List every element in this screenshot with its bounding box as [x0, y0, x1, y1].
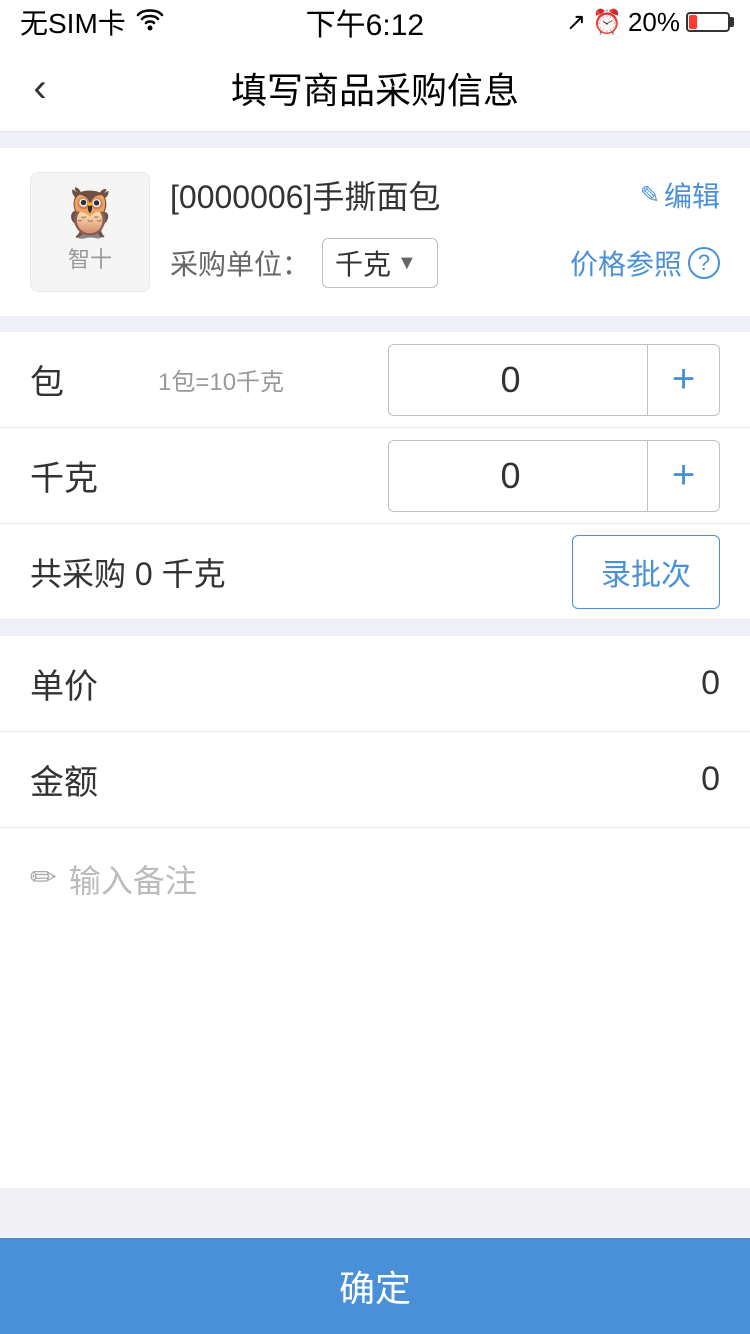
price-section: 单价 0 金额 0 — [0, 636, 750, 828]
edit-label: 编辑 — [664, 175, 720, 215]
unit-label: 采购单位： — [170, 243, 310, 283]
bag-sub-label: 1包=10千克 — [158, 362, 388, 397]
amount-value: 0 — [701, 760, 720, 799]
confirm-button[interactable]: 确定 — [0, 1238, 750, 1334]
kg-input-row: 千克 + — [0, 428, 750, 524]
signal-text: 无SIM卡 — [20, 2, 126, 42]
battery-icon — [686, 12, 730, 32]
mid-divider-1 — [0, 316, 750, 332]
kg-quantity-input[interactable] — [388, 440, 648, 512]
kg-input-group: + — [388, 440, 720, 512]
wifi-icon — [136, 6, 164, 38]
batch-button[interactable]: 录批次 — [572, 535, 720, 609]
bag-quantity-input[interactable] — [388, 344, 648, 416]
amount-label: 金额 — [30, 755, 98, 804]
product-unit-row: 采购单位： 千克 ▼ 价格参照 ? — [170, 238, 720, 288]
status-right: ↗ ⏰ 20% — [566, 7, 730, 38]
location-icon: ↗ — [566, 8, 586, 37]
status-time: 下午6:12 — [306, 0, 424, 44]
bag-input-group: + — [388, 344, 720, 416]
kg-plus-button[interactable]: + — [648, 440, 720, 512]
thumbnail-owl-icon: 🦉 — [60, 190, 120, 238]
note-section[interactable]: ✏ 输入备注 — [0, 828, 750, 1188]
status-left: 无SIM卡 — [20, 2, 164, 42]
pencil-icon: ✏ — [30, 858, 57, 896]
unit-value: 千克 — [335, 243, 391, 283]
product-full-name: [0000006]手撕面包 — [170, 172, 440, 218]
unit-selector-group: 采购单位： 千克 ▼ — [170, 238, 438, 288]
help-circle-icon: ? — [688, 247, 720, 279]
unit-price-value: 0 — [701, 664, 720, 703]
back-button[interactable]: ‹ — [0, 44, 80, 132]
summary-text: 共采购 0 千克 — [30, 549, 226, 595]
confirm-label: 确定 — [339, 1260, 411, 1312]
price-ref-button[interactable]: 价格参照 ? — [570, 243, 720, 283]
edit-icon: ✎ — [640, 181, 660, 210]
product-info: [0000006]手撕面包 ✎ 编辑 采购单位： 千克 ▼ 价格参照 ? — [170, 172, 720, 288]
nav-bar: ‹ 填写商品采购信息 — [0, 44, 750, 132]
input-section: 包 1包=10千克 + 千克 + 共采购 0 千克 录批次 — [0, 332, 750, 620]
summary-row: 共采购 0 千克 录批次 — [0, 524, 750, 620]
back-arrow-icon: ‹ — [33, 68, 46, 108]
bag-label: 包 — [30, 355, 150, 404]
product-card: 🦉 智十 [0000006]手撕面包 ✎ 编辑 采购单位： 千克 ▼ 价格参照 … — [0, 148, 750, 316]
thumbnail-label: 智十 — [68, 242, 112, 274]
mid-divider-2 — [0, 620, 750, 636]
battery-percent: 20% — [628, 7, 680, 38]
product-thumbnail: 🦉 智十 — [30, 172, 150, 292]
product-name-row: [0000006]手撕面包 ✎ 编辑 — [170, 172, 720, 218]
kg-label: 千克 — [30, 451, 150, 500]
note-placeholder-text: 输入备注 — [69, 856, 197, 902]
bag-plus-button[interactable]: + — [648, 344, 720, 416]
bag-input-row: 包 1包=10千克 + — [0, 332, 750, 428]
amount-row: 金额 0 — [0, 732, 750, 828]
unit-select-dropdown[interactable]: 千克 ▼ — [322, 238, 438, 288]
price-ref-label: 价格参照 — [570, 243, 682, 283]
top-divider — [0, 132, 750, 148]
alarm-icon: ⏰ — [592, 8, 622, 37]
unit-price-label: 单价 — [30, 659, 98, 708]
status-bar: 无SIM卡 下午6:12 ↗ ⏰ 20% — [0, 0, 750, 44]
edit-button[interactable]: ✎ 编辑 — [640, 175, 720, 215]
unit-price-row: 单价 0 — [0, 636, 750, 732]
page-title: 填写商品采购信息 — [231, 62, 519, 114]
chevron-down-icon: ▼ — [397, 252, 417, 275]
